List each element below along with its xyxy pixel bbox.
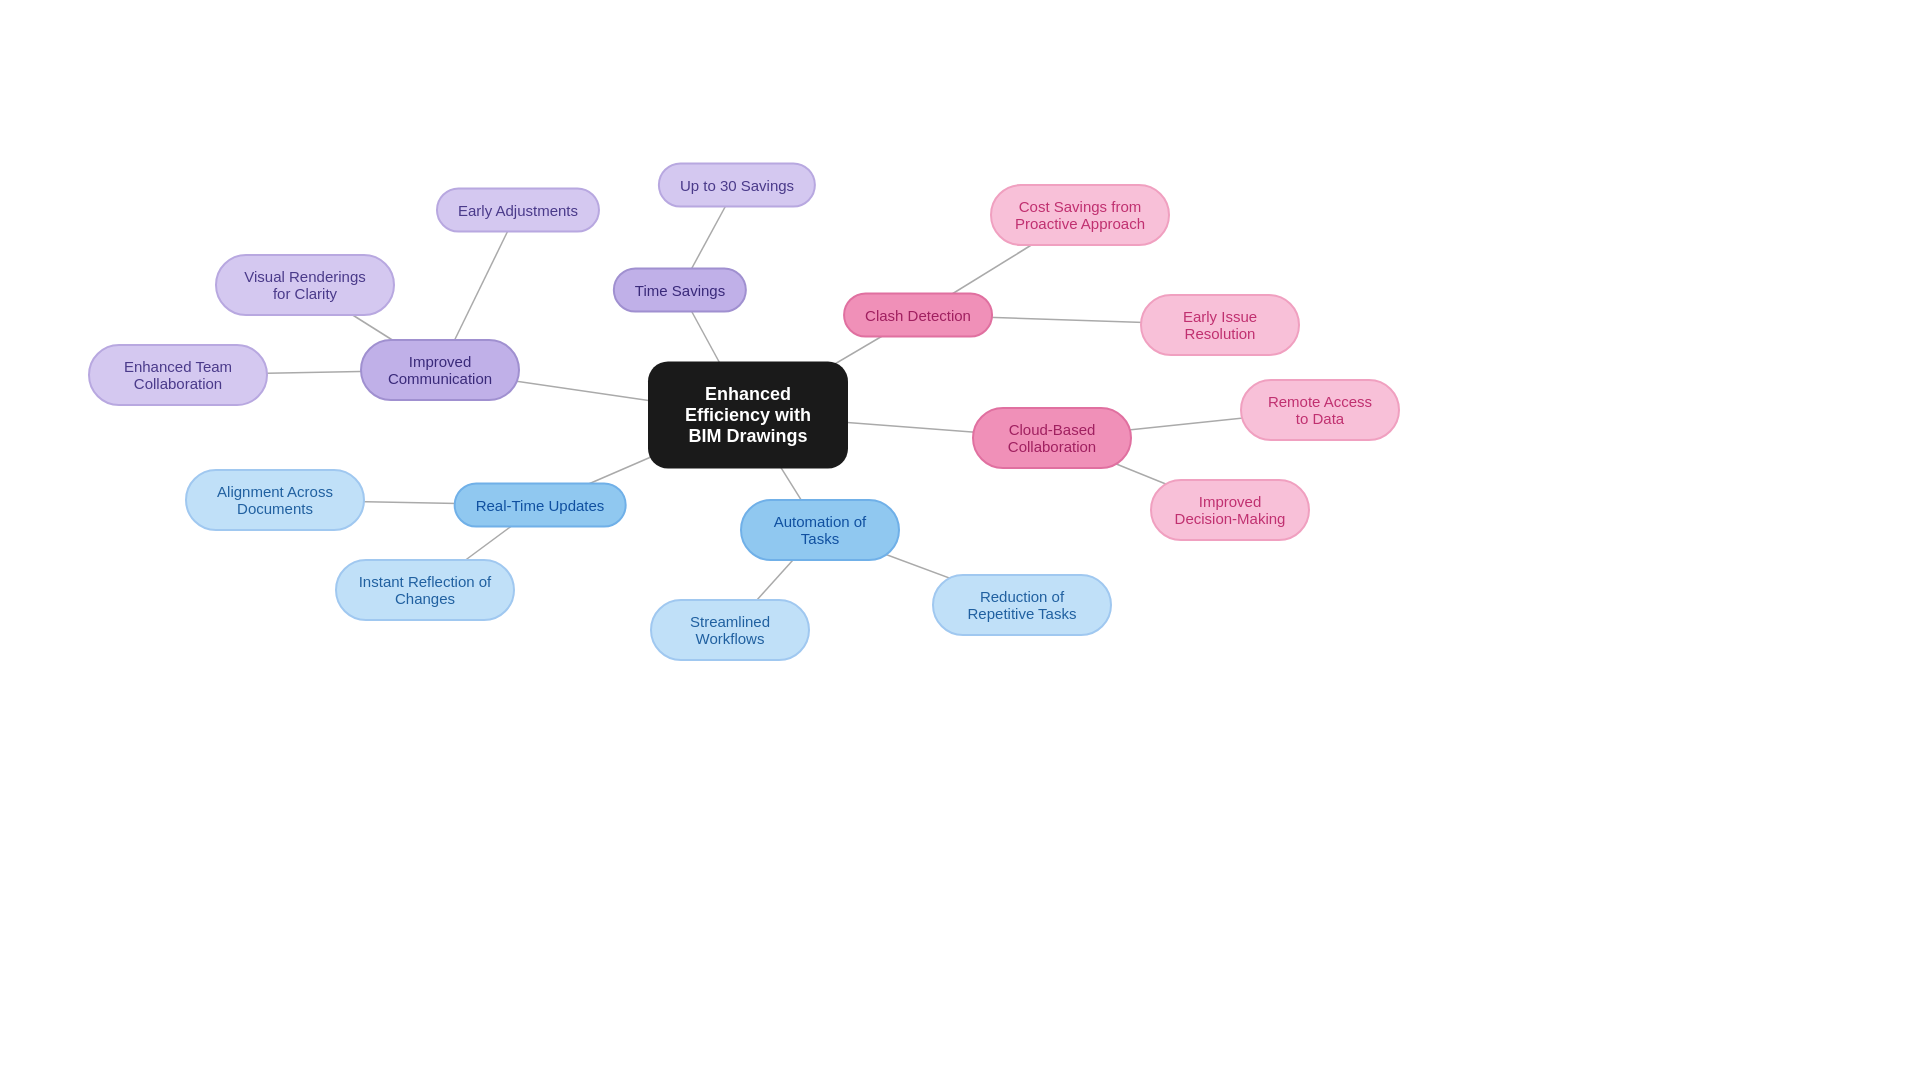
- node-improved-comm: Improved Communication: [360, 339, 520, 401]
- node-visual-rend: Visual Renderings for Clarity: [215, 254, 395, 316]
- node-time-savings: Time Savings: [613, 268, 747, 313]
- node-cost-savings: Cost Savings from Proactive Approach: [990, 184, 1170, 246]
- node-cloud-collab: Cloud-Based Collaboration: [972, 407, 1132, 469]
- node-enh-team: Enhanced Team Collaboration: [88, 344, 268, 406]
- node-early-adj: Early Adjustments: [436, 188, 600, 233]
- node-early-issue: Early Issue Resolution: [1140, 294, 1300, 356]
- mindmap-container: Enhanced Efficiency with BIM Drawings Tim…: [0, 0, 1920, 1083]
- node-align-docs: Alignment Across Documents: [185, 469, 365, 531]
- node-clash-detect: Clash Detection: [843, 293, 993, 338]
- node-instant-reflect: Instant Reflection of Changes: [335, 559, 515, 621]
- node-auto-tasks: Automation of Tasks: [740, 499, 900, 561]
- node-stream-work: Streamlined Workflows: [650, 599, 810, 661]
- node-up-to-30: Up to 30 Savings: [658, 163, 816, 208]
- node-reduce-repeat: Reduction of Repetitive Tasks: [932, 574, 1112, 636]
- connections-svg: [0, 0, 1920, 1083]
- node-remote-access: Remote Access to Data: [1240, 379, 1400, 441]
- node-real-time: Real-Time Updates: [454, 483, 627, 528]
- center-node: Enhanced Efficiency with BIM Drawings: [648, 362, 848, 469]
- node-improved-decision: Improved Decision-Making: [1150, 479, 1310, 541]
